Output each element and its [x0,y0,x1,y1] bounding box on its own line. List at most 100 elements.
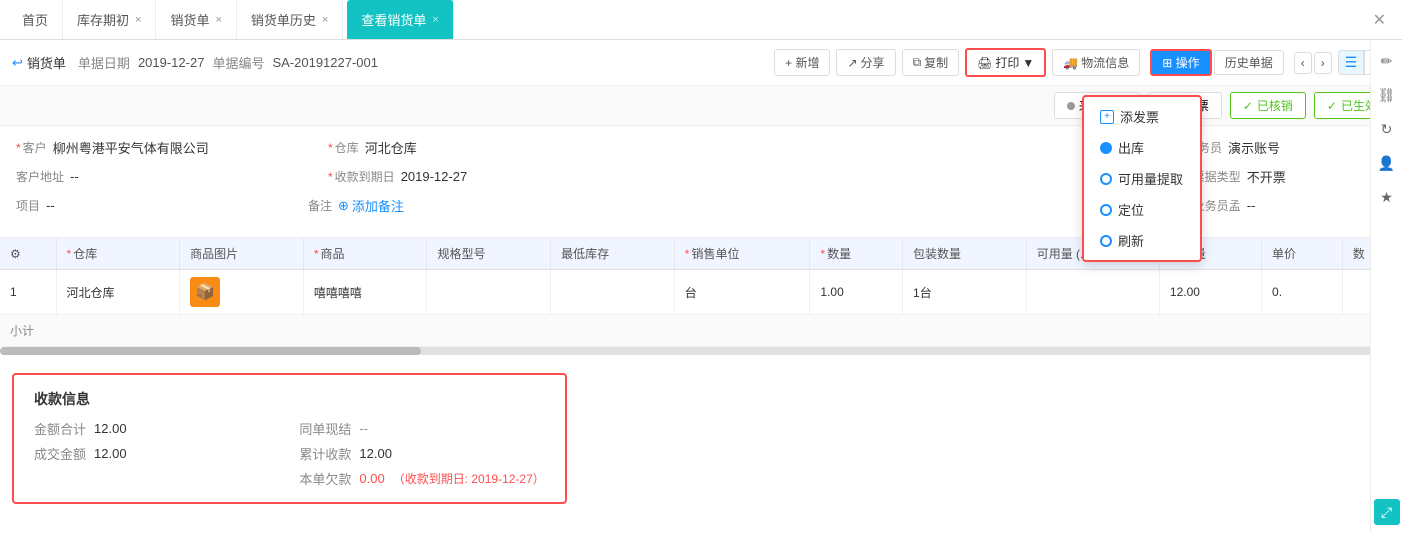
cell-qty: 1.00 [810,270,903,315]
tab-close-sales[interactable]: × [215,14,221,26]
tab-inventory-init[interactable]: 库存期初 × [63,0,156,39]
col-settings: ⚙ [0,238,56,270]
warehouse-field: 仓库 河北仓库 [328,138,628,157]
refresh-icon [1100,235,1112,247]
dropdown-add-invoice[interactable]: + 添发票 [1084,101,1200,132]
prev-button[interactable]: ‹ [1294,52,1312,74]
doc-header: ↩ 销货单 单据日期 2019-12-27 单据编号 SA-20191227-0… [0,40,1402,86]
tab-sales-history[interactable]: 销货单历史 × [237,0,343,39]
nav-arrows: ‹ › [1294,52,1332,74]
tab-home[interactable]: 首页 [8,0,63,39]
user-sidebar-icon[interactable]: 👤 [1374,150,1400,176]
cell-unit: 台 [674,270,810,315]
address-field: 客户地址 -- [16,168,316,185]
tab-close-view-sales[interactable]: × [432,14,438,26]
check-icon: ✓ [1243,99,1253,113]
product-thumbnail: 📦 [190,277,220,307]
expand-sidebar-icon[interactable]: ⤢ [1374,499,1400,525]
tab-bar: 首页 库存期初 × 销货单 × 销货单历史 × 查看销货单 × ✕ [0,0,1402,40]
project-field: 项目 -- [16,197,216,214]
staff2-field: 业务员孟 -- [1186,197,1386,214]
truck-icon: 🚚 [1063,56,1078,70]
share-icon: ↗ [847,56,857,70]
grid-icon: ⊞ [1162,56,1172,70]
copy-button[interactable]: ⧉ 复制 [902,49,960,76]
locate-icon [1100,204,1112,216]
dropdown-available-qty[interactable]: 可用量提取 [1084,163,1200,194]
check2-icon: ✓ [1327,99,1337,113]
print-button[interactable]: 🖨 打印 ▼ [965,48,1046,77]
col-min-stock: 最低库存 [551,238,675,270]
new-button[interactable]: + 新增 [774,49,830,76]
dropdown-outbound[interactable]: 出库 [1084,132,1200,163]
remark-field: 备注 ⊕ 添加备注 [308,196,508,215]
receipt-grid: 金额合计 12.00 同单现结 -- 成交金额 12.00 累计收款 12.00 [34,419,545,488]
scrollbar-thumb[interactable] [0,347,421,355]
transaction-amount-row: 成交金额 12.00 [34,444,279,463]
cell-product: 嘻嘻嘻嘻 [303,270,427,315]
dropdown-locate[interactable]: 定位 [1084,194,1200,225]
cell-pack-qty: 1台 [903,270,1027,315]
cumulative-receipt-row: 累计收款 12.00 [299,444,544,463]
cell-available [1026,270,1159,315]
tab-sales-order[interactable]: 销货单 × [156,0,236,39]
tab-close-history[interactable]: × [322,14,328,26]
cell-product-img: 📦 [180,270,304,315]
col-qty: 数量 [810,238,903,270]
subtotal-row: 小计 [0,315,1402,347]
sales-order-icon: ↩ [12,55,23,71]
col-product-img: 商品图片 [180,238,304,270]
plus-icon: ⊕ [338,198,349,214]
cell-spec [427,270,551,315]
copy-icon: ⧉ [913,55,922,70]
subtotal-label: 小计 [0,315,1402,347]
same-order-row: 同单现结 -- [299,419,544,438]
available-qty-icon [1100,173,1112,185]
right-sidebar: ✏ ⛓ ↻ 👤 ★ ⤢ [1370,40,1402,533]
list-view-button[interactable]: ☰ [1338,50,1365,75]
dropdown-refresh[interactable]: 刷新 [1084,225,1200,256]
phone-dot-icon [1067,102,1075,110]
tab-close-inventory[interactable]: × [135,14,141,26]
add-remark-button[interactable]: ⊕ 添加备注 [338,196,404,215]
cell-unit-price: 0. [1262,270,1343,315]
doc-toolbar: + 新增 ↗ 分享 ⧉ 复制 🖨 打印 ▼ 🚚 物流信息 [774,48,1390,77]
print-icon: 🖨 [977,56,992,70]
outbound-icon [1100,142,1112,154]
customer-field: 客户 柳州粤港平安气体有限公司 [16,138,316,157]
op-tabs: ⊞ 操作 历史单据 [1150,49,1283,76]
doc-meta: 单据日期 2019-12-27 单据编号 SA-20191227-001 [78,53,378,72]
cell-row-num: 1 [0,270,56,315]
tab-view-sales[interactable]: 查看销货单 × [347,0,453,39]
share-button[interactable]: ↗ 分享 [836,49,895,76]
star-sidebar-icon[interactable]: ★ [1374,184,1400,210]
receipt-info-title: 收款信息 [34,389,545,409]
logistics-button[interactable]: 🚚 物流信息 [1052,49,1140,76]
due-date-field: 收款到期日 2019-12-27 [328,168,628,185]
close-all-tabs[interactable]: ✕ [1365,10,1394,30]
history-tab[interactable]: 历史单据 [1214,50,1284,75]
col-unit-price: 单价 [1262,238,1343,270]
col-warehouse: 仓库 [56,238,180,270]
staff-field: 业务员 演示账号 [1186,138,1386,157]
cell-current-qty: 12.00 [1159,270,1261,315]
confirmed-button[interactable]: ✓ 已核销 [1230,92,1306,119]
cell-warehouse: 河北仓库 [56,270,180,315]
doc-title: ↩ 销货单 [12,53,66,72]
ticket-type-field: 票据类型 不开票 [1186,167,1386,186]
col-spec: 规格型号 [427,238,551,270]
empty-row [34,469,279,488]
current-owed-row: 本单欠款 0.00 （收款到期日: 2019-12-27） [299,469,544,488]
refresh-sidebar-icon[interactable]: ↻ [1374,116,1400,142]
next-button[interactable]: › [1314,52,1332,74]
receipt-info-box: 收款信息 金额合计 12.00 同单现结 -- 成交金额 12.00 [0,359,1402,518]
operation-tab[interactable]: ⊞ 操作 [1150,49,1211,76]
table-scrollbar[interactable] [0,347,1402,355]
link-sidebar-icon[interactable]: ⛓ [1374,82,1400,108]
receipt-info: 收款信息 金额合计 12.00 同单现结 -- 成交金额 12.00 [12,373,567,504]
col-unit: 销售单位 [674,238,810,270]
col-product: 商品 [303,238,427,270]
total-amount-row: 金额合计 12.00 [34,419,279,438]
col-pack-qty: 包装数量 [903,238,1027,270]
edit-sidebar-icon[interactable]: ✏ [1374,48,1400,74]
